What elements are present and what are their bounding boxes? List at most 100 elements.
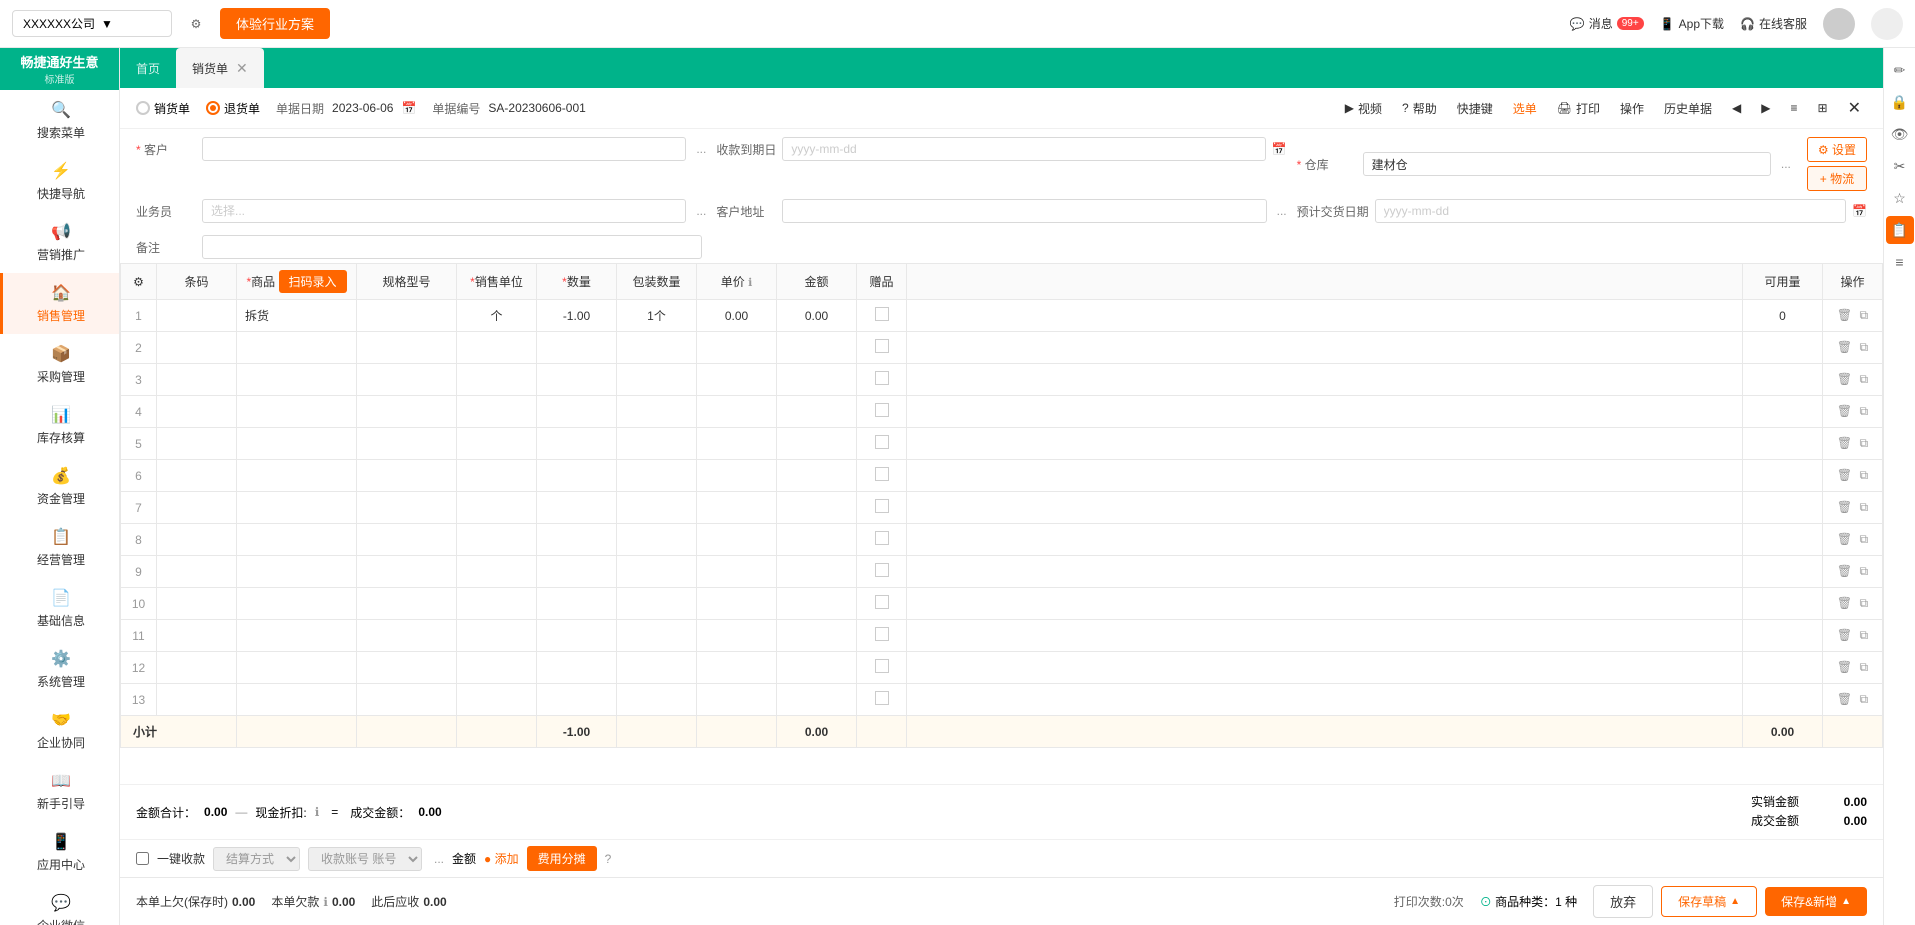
delete-icon[interactable]: 🗑 [1837, 436, 1852, 450]
row-gift[interactable] [857, 332, 907, 364]
remarks-input[interactable] [202, 235, 702, 259]
customer-dots[interactable]: ... [696, 142, 706, 156]
row-pkg-qty[interactable] [617, 524, 697, 556]
action-next[interactable]: ▶ [1755, 99, 1776, 117]
sidebar-item-operations[interactable]: 📋 经营管理 [0, 517, 119, 578]
row-ops[interactable]: 🗑 ⧉ [1823, 332, 1883, 364]
row-qty[interactable] [537, 428, 617, 460]
row-unit[interactable]: 个 [457, 300, 537, 332]
close-doc-btn[interactable]: ✕ [1842, 96, 1867, 120]
row-spec[interactable] [357, 364, 457, 396]
expense-split-btn[interactable]: 费用分摊 [527, 846, 597, 871]
row-price[interactable] [697, 492, 777, 524]
save-draft-btn[interactable]: 保存草稿 ▲ [1661, 886, 1757, 917]
row-spec[interactable] [357, 684, 457, 716]
sidebar-item-guide[interactable]: 📖 新手引导 [0, 761, 119, 822]
row-amount[interactable] [777, 620, 857, 652]
delete-icon[interactable]: 🗑 [1837, 628, 1852, 642]
customer-addr-dots[interactable]: ... [1277, 204, 1287, 218]
row-gift[interactable] [857, 588, 907, 620]
row-gift[interactable] [857, 524, 907, 556]
action-operate[interactable]: 操作 [1614, 98, 1650, 119]
due-date-input[interactable] [782, 137, 1265, 161]
row-amount[interactable] [777, 396, 857, 428]
row-amount[interactable]: 0.00 [777, 300, 857, 332]
row-qty[interactable] [537, 492, 617, 524]
sidebar-item-marketing[interactable]: 📢 营销推广 [0, 212, 119, 273]
sidebar-item-basic[interactable]: 📄 基础信息 [0, 578, 119, 639]
sidebar-item-shortcut[interactable]: ⚡ 快捷导航 [0, 151, 119, 212]
delete-icon[interactable]: 🗑 [1837, 564, 1852, 578]
sidebar-item-wechat[interactable]: 💬 企业微信 [0, 883, 119, 925]
warehouse-dots[interactable]: ... [1781, 157, 1791, 171]
row-gift[interactable] [857, 300, 907, 332]
action-prev[interactable]: ◀ [1726, 99, 1747, 117]
row-spec[interactable] [357, 460, 457, 492]
row-ops[interactable]: 🗑 ⧉ [1823, 684, 1883, 716]
row-barcode[interactable] [157, 524, 237, 556]
row-spec[interactable] [357, 396, 457, 428]
expected-date-calendar-icon[interactable]: 📅 [1852, 204, 1867, 218]
customer-addr-input[interactable] [782, 199, 1266, 223]
radio-return-order[interactable]: 退货单 [206, 100, 260, 117]
sidebar-item-system[interactable]: ⚙️ 系统管理 [0, 639, 119, 700]
row-unit[interactable] [457, 428, 537, 460]
account-dots[interactable]: ... [434, 852, 444, 866]
row-gift[interactable] [857, 428, 907, 460]
copy-icon[interactable]: ⧉ [1860, 468, 1869, 482]
row-product[interactable] [237, 620, 357, 652]
row-price[interactable] [697, 556, 777, 588]
row-amount[interactable] [777, 524, 857, 556]
row-product[interactable] [237, 684, 357, 716]
row-unit[interactable] [457, 492, 537, 524]
row-qty[interactable] [537, 620, 617, 652]
warehouse-input[interactable] [1363, 152, 1771, 176]
action-list-view[interactable]: ≡ [1785, 99, 1804, 117]
row-spec[interactable] [357, 652, 457, 684]
row-ops[interactable]: 🗑 ⧉ [1823, 396, 1883, 428]
row-ops[interactable]: 🗑 ⧉ [1823, 588, 1883, 620]
payment-method-select[interactable]: 结算方式 [213, 847, 300, 871]
row-price[interactable] [697, 652, 777, 684]
row-qty[interactable] [537, 588, 617, 620]
row-barcode[interactable] [157, 492, 237, 524]
row-price[interactable] [697, 684, 777, 716]
save-new-btn[interactable]: 保存&新增 ▲ [1765, 887, 1867, 916]
row-unit[interactable] [457, 588, 537, 620]
copy-icon[interactable]: ⧉ [1860, 692, 1869, 706]
copy-icon[interactable]: ⧉ [1860, 436, 1869, 450]
add-btn[interactable]: ● 添加 [484, 850, 519, 867]
settings-btn[interactable]: ⚙ 设置 [1807, 137, 1867, 162]
row-qty[interactable]: -1.00 [537, 300, 617, 332]
row-amount[interactable] [777, 492, 857, 524]
row-price[interactable] [697, 428, 777, 460]
row-pkg-qty[interactable]: 1个 [617, 300, 697, 332]
delete-icon[interactable]: 🗑 [1837, 596, 1852, 610]
row-qty[interactable] [537, 332, 617, 364]
calendar-icon[interactable]: 📅 [401, 101, 416, 115]
row-barcode[interactable] [157, 460, 237, 492]
row-price[interactable] [697, 460, 777, 492]
th-settings[interactable]: ⚙ [121, 264, 157, 300]
sidebar-item-search[interactable]: 🔍 搜索菜单 [0, 90, 119, 151]
row-ops[interactable]: 🗑 ⧉ [1823, 460, 1883, 492]
row-product[interactable]: 拆货 [237, 300, 357, 332]
delete-icon[interactable]: 🗑 [1837, 500, 1852, 514]
row-ops[interactable]: 🗑 ⧉ [1823, 620, 1883, 652]
copy-icon[interactable]: ⧉ [1860, 308, 1869, 322]
message-btn[interactable]: 💬 消息 99+ [1570, 15, 1644, 32]
row-product[interactable] [237, 556, 357, 588]
row-pkg-qty[interactable] [617, 396, 697, 428]
delete-icon[interactable]: 🗑 [1837, 692, 1852, 706]
row-qty[interactable] [537, 684, 617, 716]
app-download-btn[interactable]: 📱 App下载 [1660, 15, 1724, 32]
tab-sales-order[interactable]: 销货单 ✕ [176, 48, 264, 88]
row-gift[interactable] [857, 684, 907, 716]
row-product[interactable] [237, 492, 357, 524]
row-pkg-qty[interactable] [617, 620, 697, 652]
delete-icon[interactable]: 🗑 [1837, 532, 1852, 546]
row-barcode[interactable] [157, 684, 237, 716]
row-gift[interactable] [857, 396, 907, 428]
sidebar-item-appstore[interactable]: 📱 应用中心 [0, 822, 119, 883]
row-price[interactable] [697, 396, 777, 428]
